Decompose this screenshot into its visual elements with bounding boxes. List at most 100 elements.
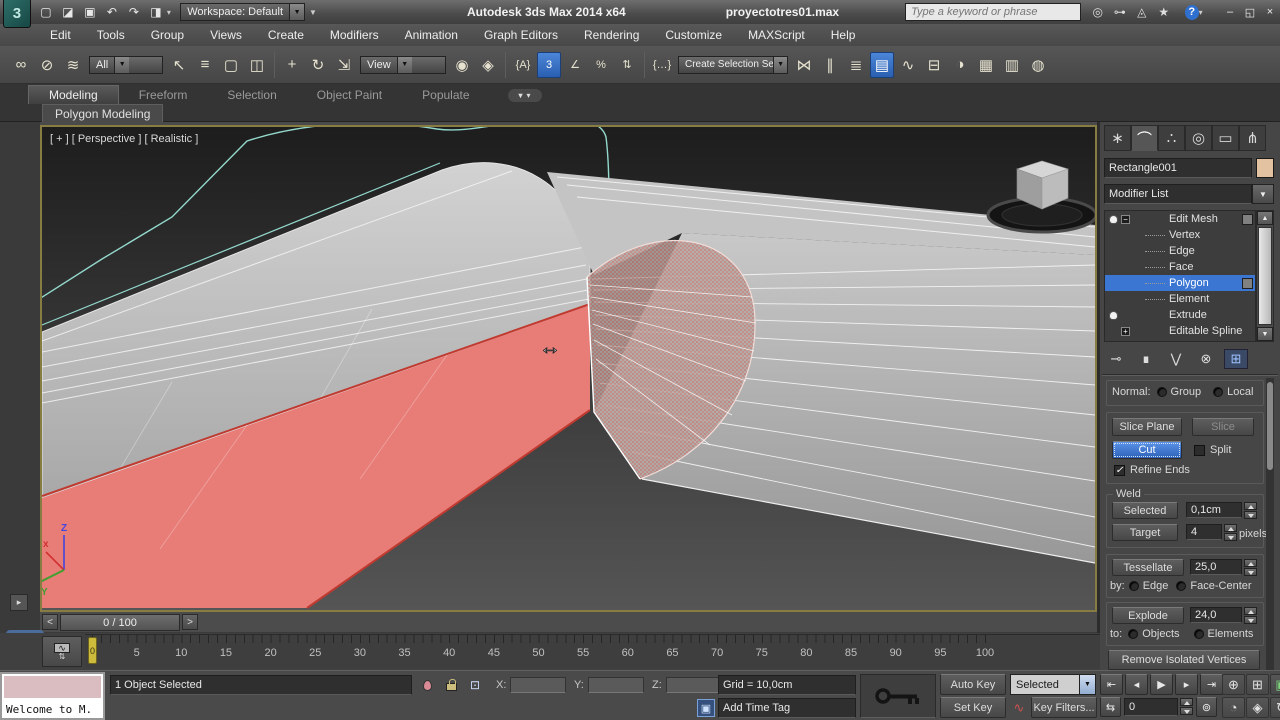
toolbar-icon[interactable]: ∥: [818, 52, 842, 78]
titlebar-icon[interactable]: ◎: [1087, 5, 1109, 19]
menu-item[interactable]: Create: [268, 28, 304, 42]
toolbar-icon[interactable]: ⇅: [615, 52, 639, 78]
playback-button[interactable]: ◂: [1125, 674, 1148, 695]
titlebar-icon[interactable]: ◬: [1131, 5, 1153, 19]
remove-isolated-vertices-button[interactable]: Remove Isolated Vertices: [1108, 650, 1260, 670]
time-slider-row[interactable]: < 0 / 100 >: [40, 612, 1097, 633]
ribbon-tab[interactable]: Populate: [402, 86, 489, 104]
menu-item[interactable]: Customize: [665, 28, 722, 42]
absolute-mode-icon[interactable]: ⊡: [466, 677, 484, 693]
add-time-tag-field[interactable]: Add Time Tag: [718, 698, 856, 718]
toolbar-icon[interactable]: ◫: [245, 52, 269, 78]
set-keys-button[interactable]: [860, 674, 936, 718]
viewport-label[interactable]: [ + ] [ Perspective ] [ Realistic ]: [50, 133, 198, 145]
normal-radio-option[interactable]: Local: [1213, 386, 1253, 398]
tessellate-spinner[interactable]: [1244, 559, 1257, 576]
command-panel-tab[interactable]: ▭: [1212, 125, 1239, 151]
slice-plane-button[interactable]: Slice Plane: [1112, 418, 1182, 436]
toolbar-icon[interactable]: ▦: [974, 52, 998, 78]
titlebar-icon[interactable]: ⊶: [1109, 5, 1131, 19]
viewport-nav-button[interactable]: ◔: [1222, 697, 1245, 718]
toolbar-icon[interactable]: ⊘: [35, 52, 59, 78]
perspective-viewport[interactable]: [ + ] [ Perspective ] [ Realistic ] Z x …: [35, 118, 1098, 612]
by-radio-option[interactable]: Edge: [1128, 580, 1168, 592]
radio-icon[interactable]: [1176, 581, 1187, 591]
tessellate-field[interactable]: 25,0: [1190, 559, 1242, 575]
menu-item[interactable]: Animation: [405, 28, 458, 42]
radio-icon[interactable]: [1128, 581, 1139, 591]
modifier-stack-row[interactable]: Edge: [1105, 243, 1255, 259]
quick-access-icon[interactable]: ↷: [124, 3, 144, 21]
tessellate-button[interactable]: Tessellate: [1112, 559, 1184, 576]
current-frame-field[interactable]: 0: [1124, 698, 1178, 716]
stack-tool-button[interactable]: ⋁: [1164, 349, 1188, 369]
toolbar-icon[interactable]: ◑: [948, 52, 972, 78]
time-configuration-button[interactable]: ⊚: [1196, 697, 1217, 717]
radio-icon[interactable]: [1193, 629, 1204, 639]
lock-selection-icon[interactable]: [442, 677, 460, 693]
modifier-stack-row[interactable]: Vertex: [1105, 227, 1255, 243]
timeline-ruler[interactable]: 0 5 10 15 20 25 30 35 40 45 50 55 60 65 70 75 80 85 90 95 10…: [85, 634, 1100, 668]
toolbar-icon[interactable]: ◍: [1026, 52, 1050, 78]
z-coordinate-field[interactable]: [666, 677, 722, 693]
workspace-dropdown[interactable]: Workspace: Default ▼: [180, 3, 306, 21]
toolbar-icon[interactable]: ▤: [870, 51, 894, 78]
app-menu-logo[interactable]: 3: [3, 0, 31, 28]
toolbar-icon[interactable]: ≣: [844, 52, 868, 78]
selection-filter-dropdown[interactable]: All ▼: [89, 55, 163, 74]
menu-item[interactable]: Tools: [97, 28, 125, 42]
weld-selected-button[interactable]: Selected: [1112, 502, 1178, 519]
weld-target-button[interactable]: Target: [1112, 524, 1178, 541]
normal-radio-option[interactable]: Group: [1156, 386, 1201, 398]
expander-icon[interactable]: −: [1121, 214, 1130, 224]
polygon-modeling-panel-tab[interactable]: Polygon Modeling: [42, 104, 164, 122]
viewport-nav-button[interactable]: ⊞: [1246, 674, 1269, 695]
stack-tool-button[interactable]: ⊗: [1194, 349, 1218, 369]
quick-access-icon[interactable]: ▣: [80, 3, 100, 21]
split-row[interactable]: Split: [1194, 444, 1231, 456]
ribbon-tab[interactable]: Object Paint: [297, 86, 402, 104]
toolbar-icon[interactable]: ⋈: [792, 52, 816, 78]
weld-threshold-field[interactable]: 0,1cm: [1186, 502, 1242, 518]
toolbar-icon[interactable]: {…}: [650, 52, 674, 78]
scroll-up-icon[interactable]: ▲: [1257, 211, 1273, 225]
viewport-nav-button[interactable]: ↻: [1270, 697, 1280, 718]
named-selection-set-dropdown[interactable]: Create Selection Se ▼: [678, 55, 788, 74]
radio-icon[interactable]: [1213, 387, 1224, 397]
toolbar-icon[interactable]: ▢: [219, 52, 243, 78]
command-panel-tab[interactable]: ⌒: [1131, 125, 1158, 151]
modifier-stack-row[interactable]: − Edit Mesh: [1105, 211, 1255, 227]
ribbon-collapse-button[interactable]: ▾ ▾: [507, 89, 542, 102]
stack-tool-button[interactable]: ⊞: [1224, 349, 1248, 369]
search-box[interactable]: [905, 3, 1081, 21]
toolbar-icon[interactable]: ↻: [306, 52, 330, 78]
window-control-button[interactable]: ◱: [1240, 6, 1260, 19]
rollout-scrollbar[interactable]: [1266, 378, 1274, 720]
auto-key-button[interactable]: Auto Key: [940, 674, 1006, 695]
stack-scroll-thumb[interactable]: [1258, 227, 1272, 325]
viewport-nav-button[interactable]: ⊕: [1222, 674, 1245, 695]
playback-button[interactable]: ▶: [1150, 674, 1173, 695]
toolbar-icon[interactable]: ↖: [167, 52, 191, 78]
stack-thumb-box[interactable]: [1242, 277, 1253, 289]
toolbar-icon[interactable]: ◉: [450, 52, 474, 78]
time-slider-handle[interactable]: 0 / 100: [60, 614, 180, 631]
help-icon[interactable]: ?: [1184, 4, 1199, 20]
command-panel-tab[interactable]: ∴: [1158, 125, 1185, 151]
key-filters-button[interactable]: Key Filters...: [1031, 697, 1097, 718]
search-input[interactable]: [906, 4, 1080, 20]
current-frame-marker[interactable]: 0: [88, 637, 97, 664]
toolbar-icon[interactable]: ▥: [1000, 52, 1024, 78]
ribbon-tab[interactable]: Selection: [207, 86, 296, 104]
x-coordinate-field[interactable]: [510, 677, 566, 693]
menu-item[interactable]: Views: [210, 28, 242, 42]
toolbar-icon[interactable]: ∠: [563, 52, 587, 78]
expander-icon[interactable]: +: [1121, 326, 1130, 336]
toolbar-icon[interactable]: +: [280, 52, 304, 78]
slice-button[interactable]: Slice: [1192, 418, 1254, 436]
rollout-scroll-thumb[interactable]: [1267, 382, 1273, 470]
command-panel-tab[interactable]: ◎: [1185, 125, 1212, 151]
explode-button[interactable]: Explode: [1112, 607, 1184, 624]
radio-icon[interactable]: [1128, 629, 1139, 639]
weld-threshold-spinner[interactable]: [1244, 502, 1257, 519]
